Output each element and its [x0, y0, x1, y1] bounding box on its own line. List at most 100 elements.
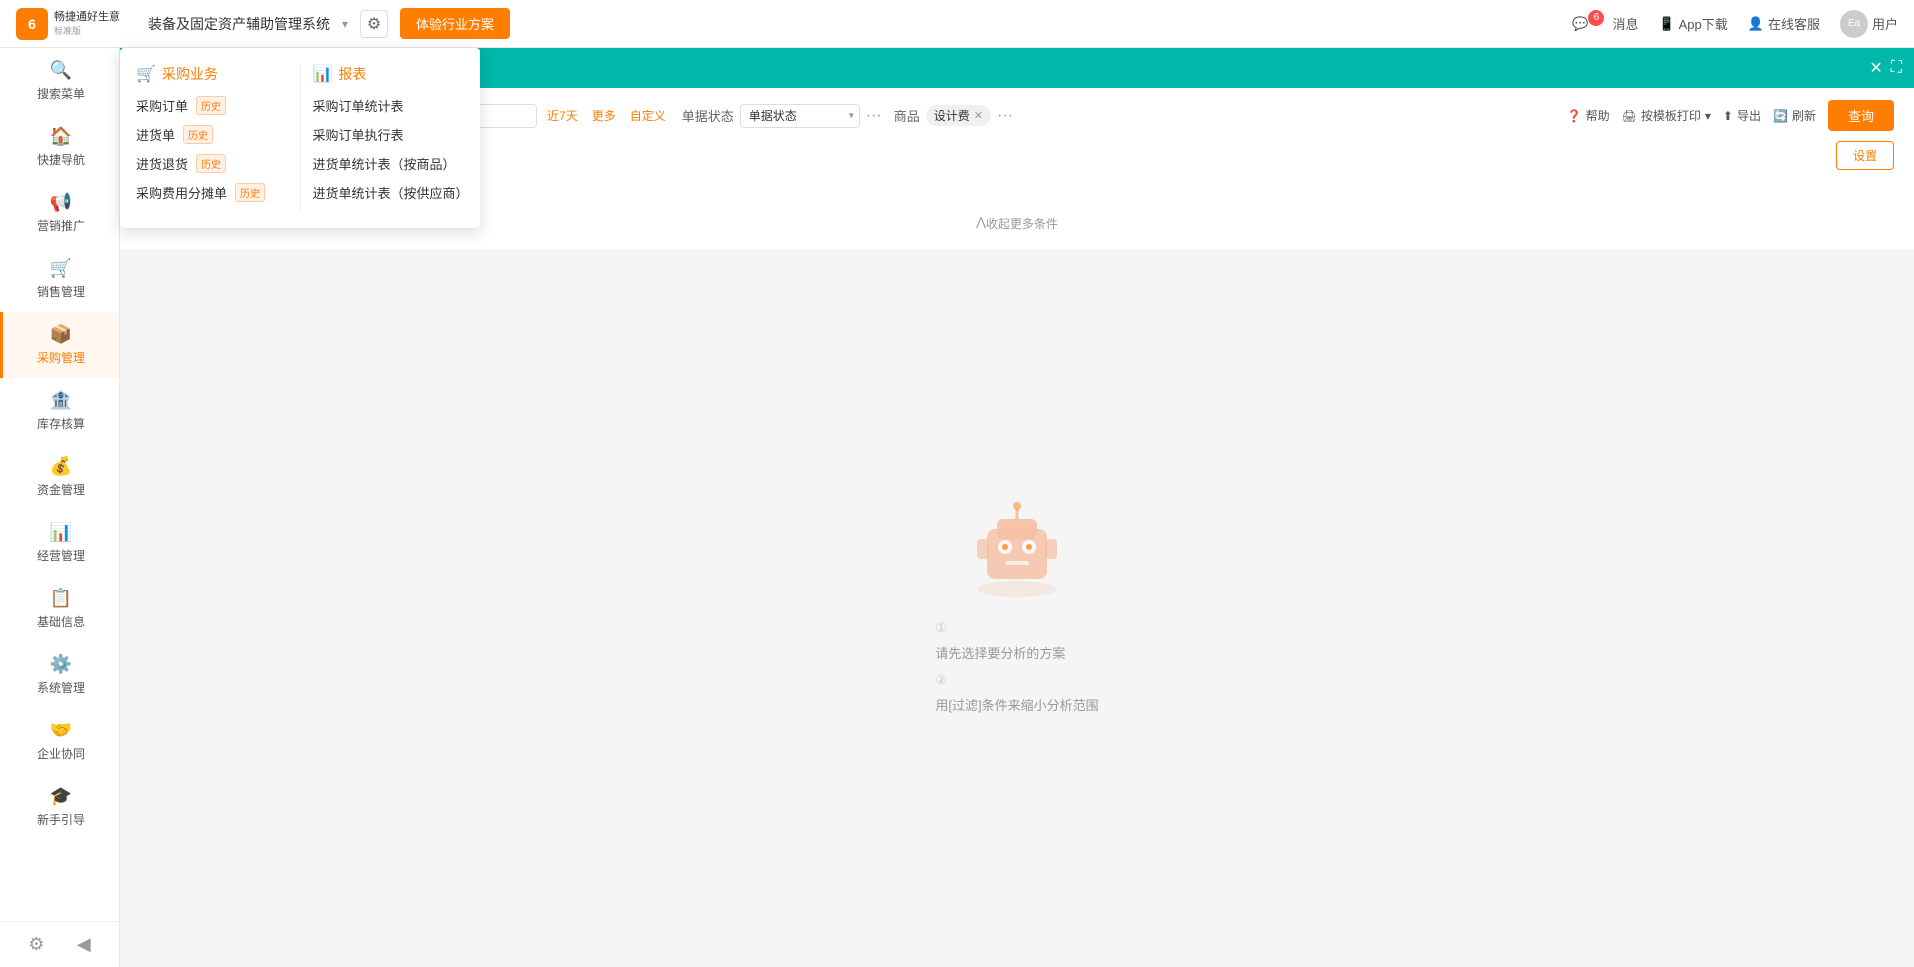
service-icon: 👤: [1748, 16, 1764, 32]
report-col-icon: 📊: [313, 64, 333, 84]
refresh-icon: 🔄: [1773, 109, 1788, 123]
home-icon: 🏠: [50, 126, 72, 147]
empty-hint-2: ② 用[过滤]条件来缩小分析范围: [935, 667, 1098, 719]
goods-dots[interactable]: ···: [997, 107, 1013, 125]
empty-hint-1: ① 请先选择要分析的方案: [935, 615, 1098, 667]
purchase-col-label: 采购业务: [162, 64, 218, 84]
sidebar-item-search[interactable]: 🔍 搜索菜单: [0, 48, 119, 114]
sidebar-item-system[interactable]: ⚙️ 系统管理: [0, 642, 119, 708]
report-order-exec-label: 采购订单执行表: [313, 125, 404, 144]
quick-date-7days[interactable]: 近7天: [543, 105, 582, 126]
empty-state: ① 请先选择要分析的方案 ② 用[过滤]条件来缩小分析范围: [120, 251, 1914, 967]
sales-icon: 🛒: [50, 258, 72, 279]
sidebar-item-enterprise[interactable]: 🤝 企业协同: [0, 708, 119, 774]
quick-date-custom[interactable]: 自定义: [626, 105, 670, 126]
purchase-inbound-label: 进货单: [136, 125, 175, 144]
sidebar-collapse-icon[interactable]: ◀: [77, 934, 91, 955]
sidebar-label-basic: 基础信息: [37, 613, 85, 630]
print-button[interactable]: 🖨 按模板打印 ▾: [1622, 107, 1711, 124]
sidebar-item-basic[interactable]: 📋 基础信息: [0, 576, 119, 642]
system-dropdown-btn[interactable]: ▾: [342, 17, 348, 31]
sidebar-bottom: ⚙ ◀: [0, 921, 119, 967]
purchase-order-history-badge: 历史: [196, 96, 226, 115]
search-button[interactable]: 查询: [1828, 100, 1894, 131]
purchase-inbound-history-badge: 历史: [183, 125, 213, 144]
message-icon: 💬: [1572, 16, 1588, 32]
report-order-stat-label: 采购订单统计表: [313, 96, 404, 115]
collapse-label: 收起更多条件: [986, 215, 1058, 232]
purchase-expense-label: 采购费用分摊单: [136, 183, 227, 202]
help-label: 帮助: [1586, 107, 1610, 124]
export-label: 导出: [1737, 107, 1761, 124]
message-button[interactable]: 💬 6 消息: [1572, 14, 1638, 33]
collapse-icon: ⋀: [976, 215, 986, 232]
user-menu[interactable]: Ea 用户: [1840, 10, 1898, 38]
setting-button[interactable]: 设置: [1836, 141, 1894, 170]
guide-icon: 🎓: [50, 786, 72, 807]
report-order-stat-item[interactable]: 采购订单统计表: [313, 96, 465, 115]
top-header: 6 畅捷通好生意 标准版 装备及固定资产辅助管理系统 ▾ ⚙ 体验行业方案 💬 …: [0, 0, 1914, 48]
experience-button[interactable]: 体验行业方案: [400, 8, 510, 39]
app-download-button[interactable]: 📱 App下载: [1658, 14, 1727, 33]
online-service-button[interactable]: 👤 在线客服: [1748, 14, 1820, 33]
sidebar-settings-icon[interactable]: ⚙: [28, 934, 44, 955]
user-label: 用户: [1872, 14, 1898, 33]
sidebar: 🔍 搜索菜单 🏠 快捷导航 📢 营销推广 🛒 销售管理 📦 采购管理 🏦 库存核…: [0, 48, 120, 967]
purchase-expense-item[interactable]: 采购费用分摊单 历史: [136, 183, 288, 202]
help-icon: ❓: [1567, 109, 1582, 123]
sidebar-item-guide[interactable]: 🎓 新手引导: [0, 774, 119, 840]
report-inbound-goods-item[interactable]: 进货单统计表（按商品）: [313, 154, 465, 173]
sidebar-label-quick: 快捷导航: [37, 151, 85, 168]
purchase-inbound-item[interactable]: 进货单 历史: [136, 125, 288, 144]
sidebar-item-operation[interactable]: 📊 经营管理: [0, 510, 119, 576]
sidebar-item-marketing[interactable]: 📢 营销推广: [0, 180, 119, 246]
voucher-status-select-wrapper: 单据状态: [740, 104, 860, 128]
voucher-status-label: 单据状态: [682, 106, 734, 125]
tab-close-all-icon[interactable]: ✕: [1869, 58, 1882, 78]
dropdown-divider: [300, 64, 301, 212]
voucher-status-dots[interactable]: ···: [866, 107, 882, 125]
report-order-exec-item[interactable]: 采购订单执行表: [313, 125, 465, 144]
report-inbound-supplier-item[interactable]: 进货单统计表（按供应商）: [313, 183, 465, 202]
header-middle: 装备及固定资产辅助管理系统 ▾ ⚙ 体验行业方案: [136, 8, 1572, 39]
sidebar-label-purchase: 采购管理: [37, 349, 85, 366]
gear-button[interactable]: ⚙: [360, 10, 388, 38]
quick-date-more[interactable]: 更多: [588, 105, 620, 126]
phone-icon: 📱: [1658, 16, 1674, 32]
logo-area: 6 畅捷通好生意 标准版: [16, 8, 136, 40]
print-label: 按模板打印: [1641, 107, 1701, 124]
purchase-return-item[interactable]: 进货退货 历史: [136, 154, 288, 173]
purchase-return-label: 进货退货: [136, 154, 188, 173]
avatar: Ea: [1840, 10, 1868, 38]
sidebar-label-enterprise: 企业协同: [37, 745, 85, 762]
export-icon: ⬆: [1723, 109, 1733, 123]
purchase-dropdown-menu: 🛒 采购业务 采购订单 历史 进货单 历史 进货退货 历史 采购费用分摊单 历史…: [120, 48, 480, 228]
tab-maximize-icon[interactable]: ⛶: [1891, 59, 1902, 77]
sidebar-item-quick[interactable]: 🏠 快捷导航: [0, 114, 119, 180]
finance-icon: 💰: [50, 456, 72, 477]
message-label: 消息: [1612, 14, 1638, 33]
refresh-label: 刷新: [1792, 107, 1816, 124]
message-badge: 6: [1588, 10, 1604, 26]
logo-icon: 6: [16, 8, 48, 40]
export-button[interactable]: ⬆ 导出: [1723, 107, 1761, 124]
sidebar-label-guide: 新手引导: [37, 811, 85, 828]
help-button[interactable]: ❓ 帮助: [1567, 107, 1610, 124]
goods-tag-close[interactable]: ✕: [974, 109, 983, 122]
basic-icon: 📋: [50, 588, 72, 609]
operation-icon: 📊: [50, 522, 72, 543]
purchase-icon: 📦: [50, 324, 72, 345]
quick-dates: 近7天 更多 自定义: [543, 105, 670, 126]
sidebar-item-purchase[interactable]: 📦 采购管理: [0, 312, 119, 378]
setting-area: 设置: [1836, 141, 1894, 170]
purchase-col-title: 🛒 采购业务: [136, 64, 288, 84]
sidebar-item-inventory[interactable]: 🏦 库存核算: [0, 378, 119, 444]
sidebar-item-sales[interactable]: 🛒 销售管理: [0, 246, 119, 312]
refresh-button[interactable]: 🔄 刷新: [1773, 107, 1816, 124]
report-inbound-supplier-label: 进货单统计表（按供应商）: [313, 183, 465, 202]
purchase-order-item[interactable]: 采购订单 历史: [136, 96, 288, 115]
purchase-col: 🛒 采购业务 采购订单 历史 进货单 历史 进货退货 历史 采购费用分摊单 历史: [136, 64, 288, 212]
purchase-col-icon: 🛒: [136, 64, 156, 84]
voucher-status-select[interactable]: 单据状态: [740, 104, 860, 128]
sidebar-item-finance[interactable]: 💰 资金管理: [0, 444, 119, 510]
